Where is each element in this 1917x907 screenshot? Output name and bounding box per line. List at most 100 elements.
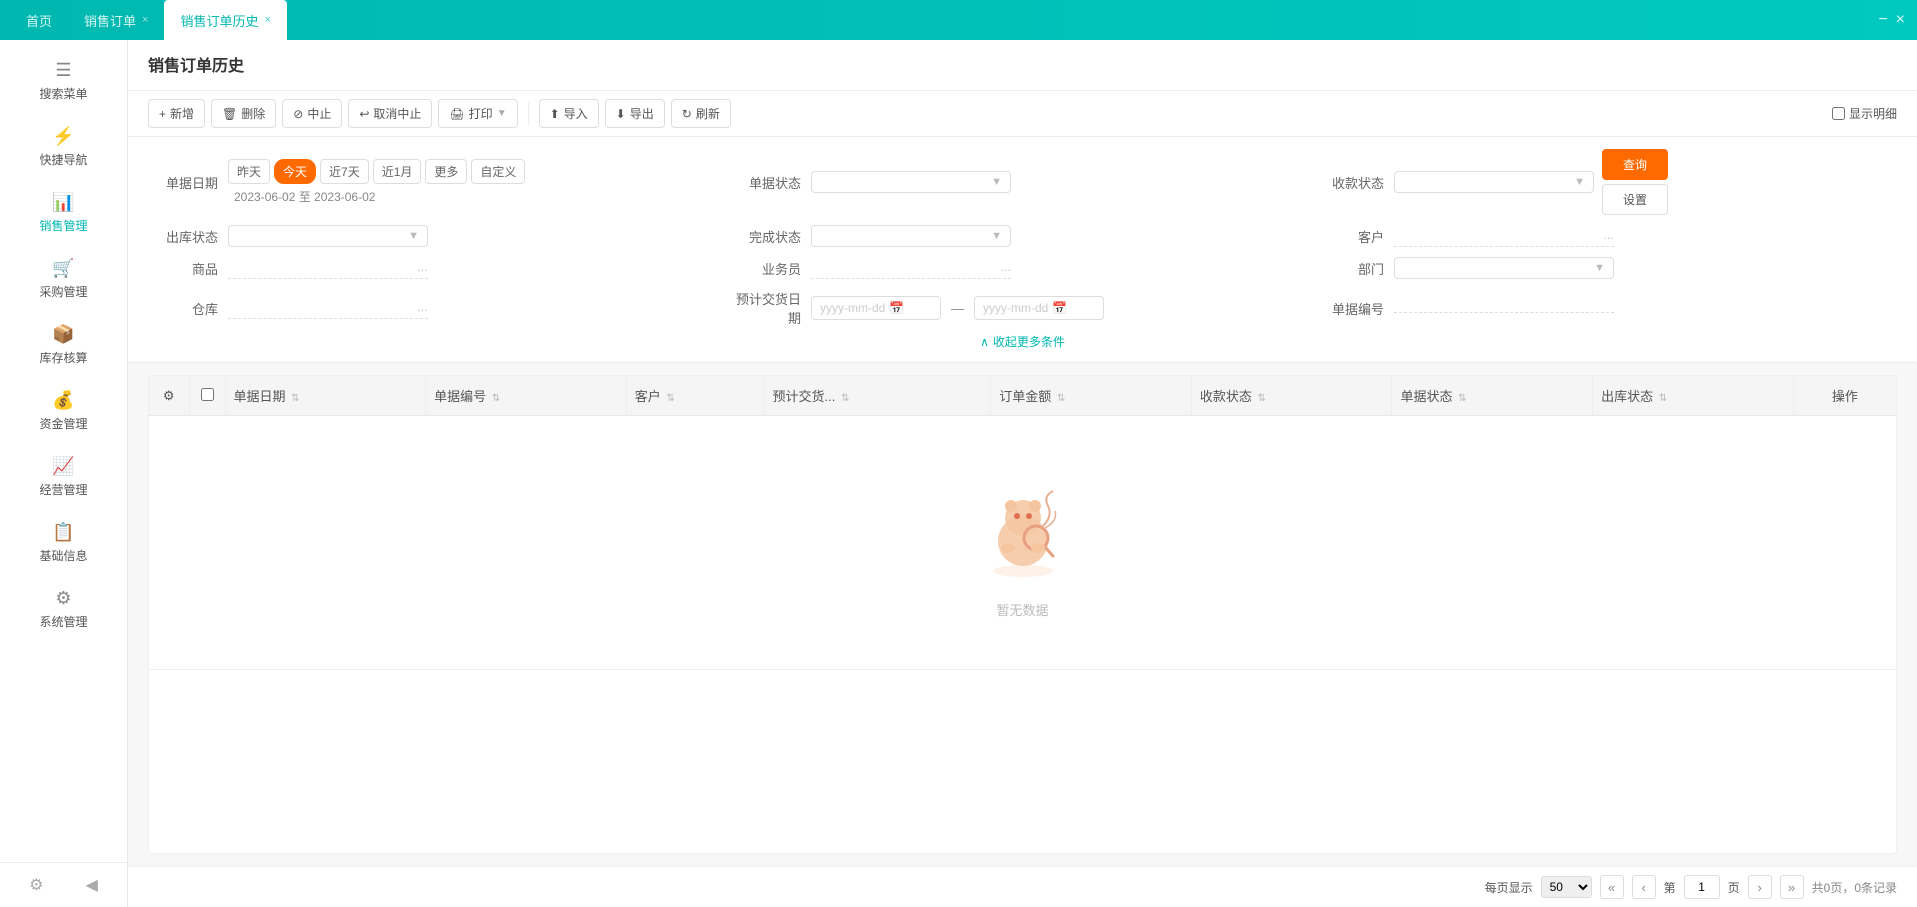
- tab-sales-order-history[interactable]: 销售订单历史 ×: [164, 0, 286, 40]
- sidebar-item-sys-mgmt[interactable]: ⚙ 系统管理: [0, 576, 127, 642]
- btn-delete[interactable]: 🗑 删除: [211, 99, 276, 128]
- query-button[interactable]: 查询: [1602, 149, 1668, 180]
- filter-select-bill-status[interactable]: ▼: [811, 171, 1011, 193]
- tab-sales-order[interactable]: 销售订单 ×: [68, 0, 164, 40]
- btn-new[interactable]: + 新增: [148, 99, 205, 128]
- btn-stop[interactable]: ⊘ 中止: [282, 99, 342, 128]
- page-input[interactable]: [1684, 875, 1720, 899]
- collapse-label: 收起更多条件: [993, 333, 1065, 350]
- th-out-status-label: 出库状态: [1601, 389, 1653, 404]
- filter-label-department: 部门: [1314, 259, 1394, 278]
- sidebar-item-finance[interactable]: 💰 资金管理: [0, 378, 127, 444]
- filter-input-salesperson[interactable]: …: [811, 258, 1011, 279]
- page-prev-btn[interactable]: ‹: [1632, 875, 1656, 899]
- select-all-checkbox[interactable]: [201, 388, 214, 401]
- filter-cell-out-status: 出库状态 ▼: [148, 225, 731, 247]
- print-arrow-icon: ▼: [497, 108, 507, 119]
- filter-input-customer[interactable]: …: [1394, 226, 1614, 247]
- sidebar-item-purchase-mgmt[interactable]: 🛒 采购管理: [0, 246, 127, 312]
- th-bill-no[interactable]: 单据编号 ⇅: [426, 376, 627, 416]
- delete-icon: 🗑: [222, 107, 237, 121]
- th-payment-status[interactable]: 收款状态 ⇅: [1191, 376, 1392, 416]
- sidebar-item-inventory[interactable]: 📦 库存核算: [0, 312, 127, 378]
- delivery-date-to[interactable]: yyyy-mm-dd 📅: [974, 296, 1104, 320]
- purchase-mgmt-icon: 🛒: [52, 258, 74, 279]
- th-customer[interactable]: 客户 ⇅: [626, 376, 764, 416]
- th-order-amount-label: 订单金额: [999, 389, 1051, 404]
- search-menu-icon: ☰: [55, 60, 71, 81]
- per-page-select[interactable]: 20 50 100: [1541, 876, 1592, 898]
- th-actions: 操作: [1793, 376, 1896, 416]
- main-layout: ☰ 搜索菜单 ⚡ 快捷导航 📊 销售管理 🛒 采购管理 📦 库存核算 💰 资金管…: [0, 40, 1917, 907]
- filter-input-goods[interactable]: …: [228, 258, 428, 279]
- delivery-date-from[interactable]: yyyy-mm-dd 📅: [811, 296, 941, 320]
- tab-sales-order-history-label: 销售订单历史: [180, 11, 258, 30]
- filter-input-bill-no[interactable]: [1394, 304, 1614, 313]
- empty-cell: 暂无数据: [149, 416, 1896, 670]
- display-toggle-checkbox[interactable]: [1832, 107, 1845, 120]
- th-settings[interactable]: ⚙: [149, 376, 189, 416]
- sidebar-item-quick-nav[interactable]: ⚡ 快捷导航: [0, 114, 127, 180]
- collapse-row[interactable]: ∧ 收起更多条件: [148, 327, 1897, 350]
- top-min-icon[interactable]: −: [1878, 11, 1887, 29]
- sort-bill-no-icon: ⇅: [492, 393, 500, 404]
- th-bill-status-label: 单据状态: [1400, 389, 1452, 404]
- filter-area: 单据日期 昨天 今天 近7天 近1月 更多 自定义 2023-06-02 至 2…: [128, 137, 1917, 363]
- sidebar-item-search-menu[interactable]: ☰ 搜索菜单: [0, 48, 127, 114]
- filter-select-complete-status[interactable]: ▼: [811, 225, 1011, 247]
- top-close-icon[interactable]: ×: [1896, 11, 1905, 29]
- top-bar: 首页 销售订单 × 销售订单历史 × − ×: [0, 0, 1917, 40]
- settings-button[interactable]: 设置: [1602, 184, 1668, 215]
- bill-status-arrow-icon: ▼: [991, 176, 1002, 188]
- department-arrow-icon: ▼: [1594, 262, 1605, 274]
- tab-sales-order-close[interactable]: ×: [142, 14, 148, 26]
- th-out-status[interactable]: 出库状态 ⇅: [1593, 376, 1794, 416]
- th-order-amount[interactable]: 订单金额 ⇅: [991, 376, 1192, 416]
- sidebar-item-sales-mgmt[interactable]: 📊 销售管理: [0, 180, 127, 246]
- sidebar-item-basic-info[interactable]: 📋 基础信息: [0, 510, 127, 576]
- th-checkbox[interactable]: [189, 376, 225, 416]
- tab-sales-order-label: 销售订单: [84, 11, 136, 30]
- sort-amount-icon: ⇅: [1057, 393, 1065, 404]
- page-next-btn[interactable]: ›: [1748, 875, 1772, 899]
- date-btn-yesterday[interactable]: 昨天: [228, 159, 270, 184]
- tab-home[interactable]: 首页: [10, 0, 68, 40]
- page-suffix: 页: [1728, 879, 1740, 896]
- filter-label-payment-status: 收款状态: [1314, 173, 1394, 192]
- tab-sales-order-history-close[interactable]: ×: [264, 14, 270, 26]
- filter-label-delivery-date: 预计交货日期: [731, 289, 811, 327]
- date-btn-more[interactable]: 更多: [425, 159, 467, 184]
- page-last-btn[interactable]: »: [1780, 875, 1804, 899]
- btn-export[interactable]: ⬇ 导出: [605, 99, 665, 128]
- filter-input-warehouse[interactable]: …: [228, 298, 428, 319]
- filter-select-out-status[interactable]: ▼: [228, 225, 428, 247]
- sys-mgmt-icon: ⚙: [55, 588, 71, 609]
- sidebar-item-operations[interactable]: 📈 经营管理: [0, 444, 127, 510]
- filter-cell-department: 部门 ▼: [1314, 257, 1897, 279]
- date-btn-7days[interactable]: 近7天: [320, 159, 369, 184]
- btn-cancel-stop[interactable]: ↩ 取消中止: [348, 99, 432, 128]
- finance-icon: 💰: [52, 390, 74, 411]
- filter-cell-bill-no: 单据编号: [1314, 289, 1897, 327]
- filter-select-payment-status[interactable]: ▼: [1394, 171, 1594, 193]
- date-btn-custom[interactable]: 自定义: [471, 159, 525, 184]
- date-btn-today[interactable]: 今天: [274, 159, 316, 184]
- th-bill-status[interactable]: 单据状态 ⇅: [1392, 376, 1593, 416]
- th-expected-delivery-label: 预计交货...: [773, 389, 836, 404]
- page-first-btn[interactable]: «: [1600, 875, 1624, 899]
- btn-import[interactable]: ⬆ 导入: [539, 99, 599, 128]
- btn-print[interactable]: 🖨 打印 ▼: [438, 99, 517, 128]
- th-bill-date[interactable]: 单据日期 ⇅: [225, 376, 426, 416]
- warehouse-dots-icon: …: [417, 302, 428, 314]
- top-bar-right: − ×: [1866, 11, 1917, 29]
- filter-select-department[interactable]: ▼: [1394, 257, 1614, 279]
- btn-refresh[interactable]: ↻ 刷新: [671, 99, 731, 128]
- th-expected-delivery[interactable]: 预计交货... ⇅: [764, 376, 991, 416]
- stop-icon: ⊘: [293, 107, 303, 121]
- date-btn-1month[interactable]: 近1月: [373, 159, 422, 184]
- tab-list: 首页 销售订单 × 销售订单历史 ×: [10, 0, 1866, 40]
- display-toggle[interactable]: 显示明细: [1832, 105, 1897, 122]
- sidebar-collapse-icon[interactable]: ◀: [86, 875, 98, 895]
- basic-info-icon: 📋: [52, 522, 74, 543]
- sidebar-settings-icon[interactable]: ⚙: [29, 875, 43, 895]
